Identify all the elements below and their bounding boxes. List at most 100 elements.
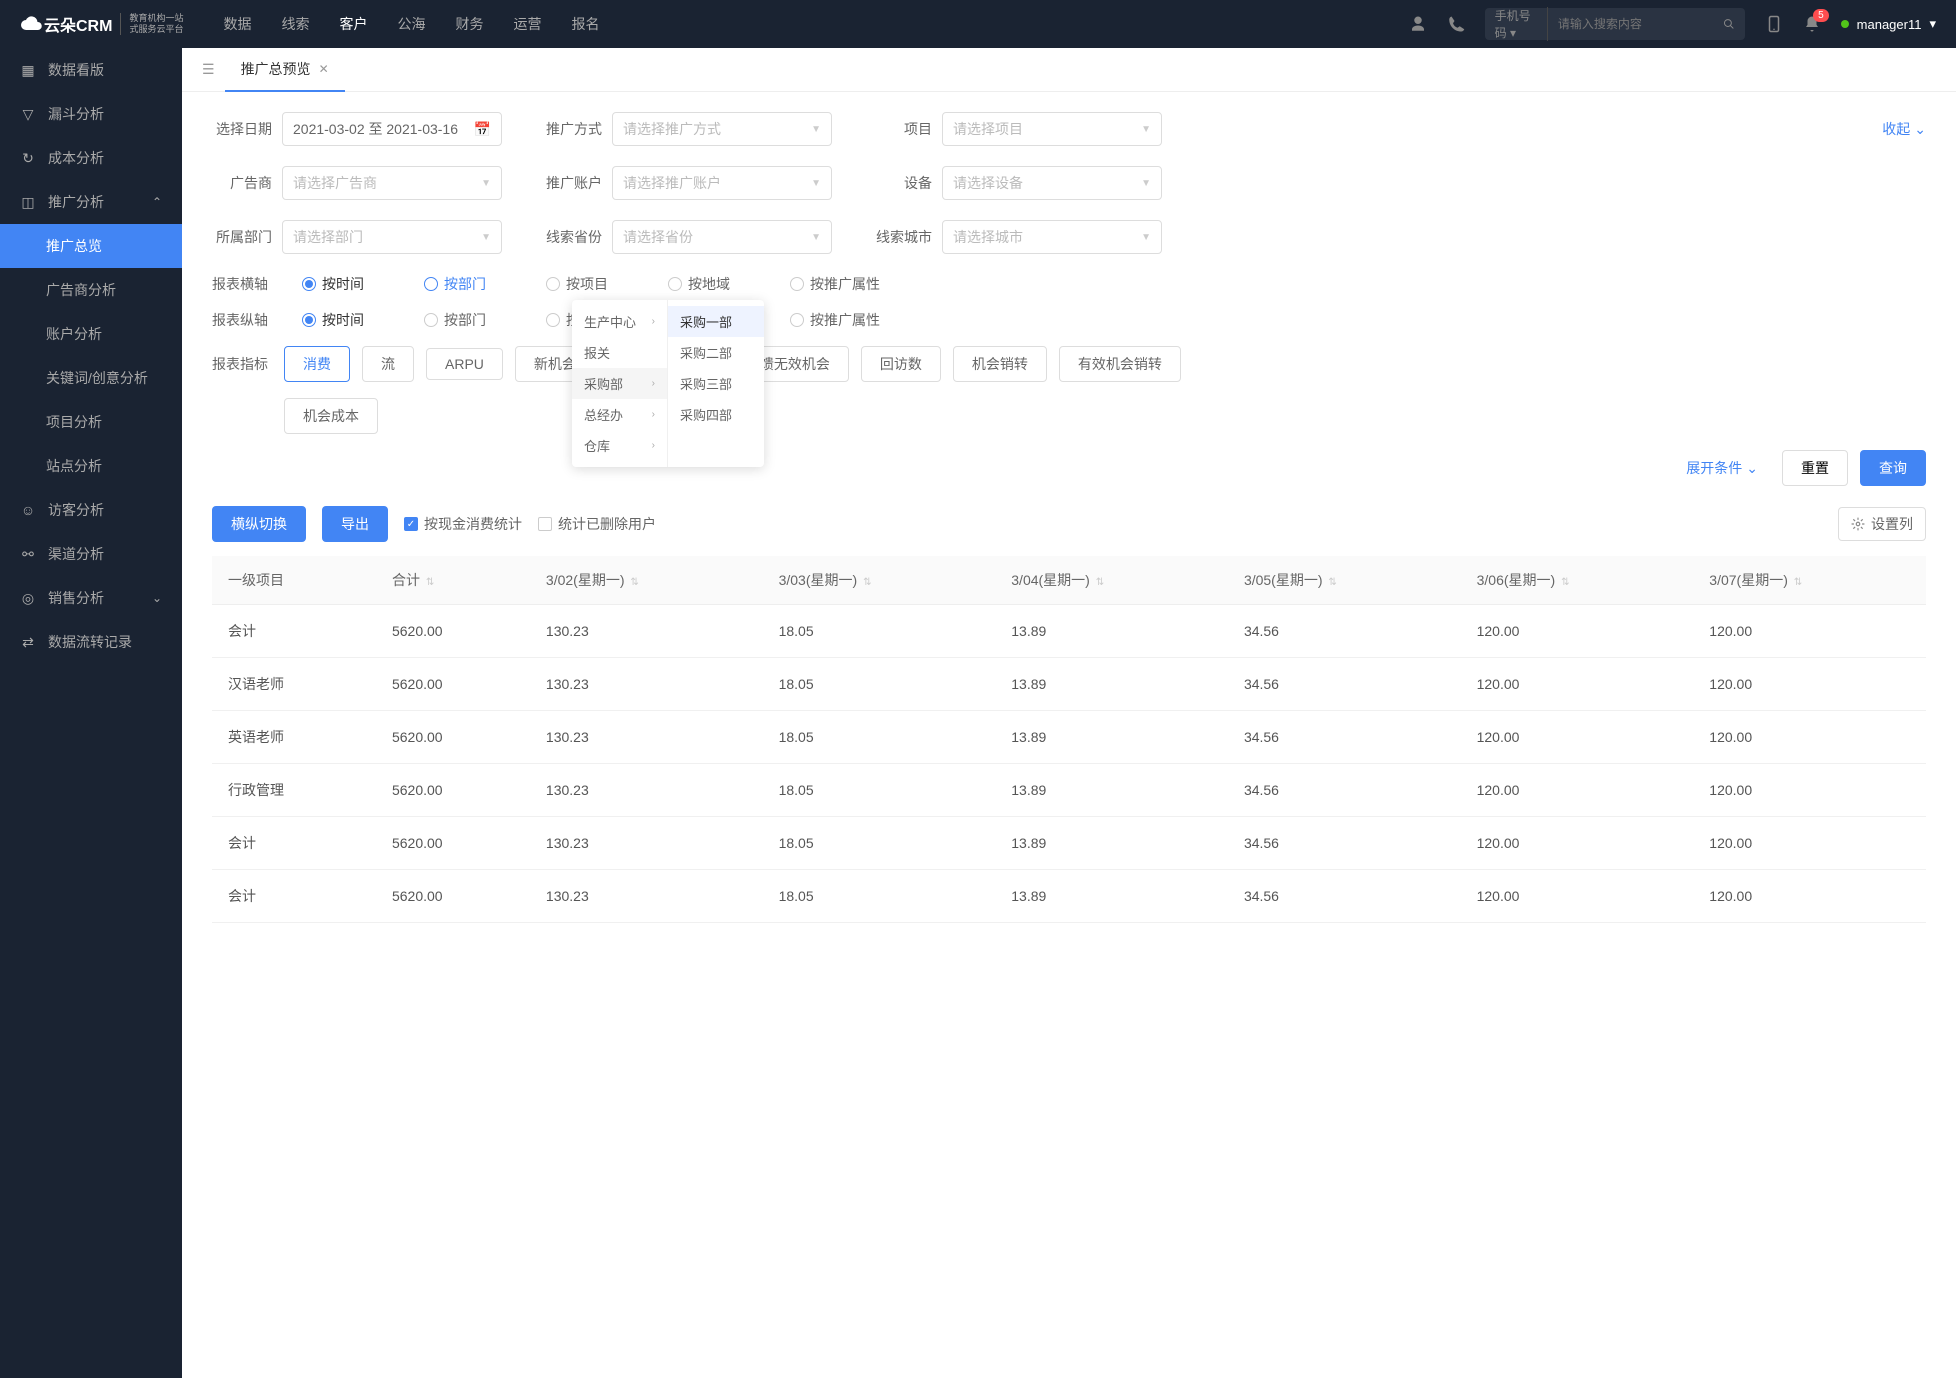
col-header-0[interactable]: 一级项目 — [212, 556, 376, 605]
col-header-3[interactable]: 3/03(星期一) ⇅ — [763, 556, 996, 605]
col-header-7[interactable]: 3/07(星期一) ⇅ — [1693, 556, 1926, 605]
user-menu[interactable]: manager11 ▾ — [1841, 16, 1936, 32]
close-icon[interactable]: ✕ — [319, 62, 329, 76]
nav-item-3[interactable]: 公海 — [397, 14, 425, 34]
expand-link[interactable]: 展开条件 ⌄ — [1686, 458, 1758, 478]
metric-6[interactable]: 回访数 — [861, 346, 941, 382]
nav-item-1[interactable]: 线索 — [281, 14, 309, 34]
reset-button[interactable]: 重置 — [1782, 450, 1848, 486]
radio-h-axis-opts-1[interactable]: 按部门 — [424, 274, 486, 294]
province-select[interactable]: 请选择省份▼ — [612, 220, 832, 254]
sidebar-item-3[interactable]: ◫推广分析⌃ — [0, 180, 182, 224]
metric-0[interactable]: 消费 — [284, 346, 350, 382]
cascade2-item-1[interactable]: 采购二部 — [668, 337, 764, 368]
sidebar-subitem-3-0[interactable]: 推广总览 — [0, 224, 182, 268]
metric-8[interactable]: 有效机会销转 — [1059, 346, 1181, 382]
date-range-input[interactable]: 2021-03-02 至 2021-03-16📅 — [282, 112, 502, 146]
dept-select[interactable]: 请选择部门▼ — [282, 220, 502, 254]
refresh-icon: ↻ — [20, 150, 36, 167]
date-label: 选择日期 — [212, 119, 272, 139]
sidebar-subitem-3-2[interactable]: 账户分析 — [0, 312, 182, 356]
cell: 120.00 — [1461, 711, 1694, 764]
nav-item-4[interactable]: 财务 — [455, 14, 483, 34]
sidebar-item-5[interactable]: ⚯渠道分析 — [0, 532, 182, 576]
metric-1[interactable]: 流 — [362, 346, 414, 382]
col-header-1[interactable]: 合计 ⇅ — [376, 556, 530, 605]
cascade1-item-2[interactable]: 采购部› — [572, 368, 667, 399]
advertiser-select[interactable]: 请选择广告商▼ — [282, 166, 502, 200]
col-header-5[interactable]: 3/05(星期一) ⇅ — [1228, 556, 1461, 605]
toggle-button[interactable]: 横纵切换 — [212, 506, 306, 542]
search-box: 手机号码 ▾ — [1485, 8, 1745, 40]
nav-item-6[interactable]: 报名 — [571, 14, 599, 34]
radio-icon — [668, 277, 682, 291]
logo[interactable]: 云朵CRM 教育机构一站式服务云平台 — [20, 12, 183, 36]
sidebar-subitem-3-4[interactable]: 项目分析 — [0, 400, 182, 444]
sidebar-item-4[interactable]: ☺访客分析 — [0, 488, 182, 532]
sidebar-subitem-3-5[interactable]: 站点分析 — [0, 444, 182, 488]
metric-r2-0[interactable]: 机会成本 — [284, 398, 378, 434]
phone-icon[interactable] — [1447, 15, 1465, 33]
query-button[interactable]: 查询 — [1860, 450, 1926, 486]
radio-v-axis-opts-0[interactable]: 按时间 — [302, 310, 364, 330]
col-header-6[interactable]: 3/06(星期一) ⇅ — [1461, 556, 1694, 605]
collapse-link[interactable]: 收起 ⌄ — [1882, 119, 1926, 139]
account-select[interactable]: 请选择推广账户▼ — [612, 166, 832, 200]
visitor-icon: ☺ — [20, 502, 36, 518]
search-icon[interactable] — [1723, 16, 1735, 32]
chevron-down-icon: ▼ — [811, 178, 821, 189]
export-button[interactable]: 导出 — [322, 506, 388, 542]
project-select[interactable]: 请选择项目▼ — [942, 112, 1162, 146]
sidebar-item-0[interactable]: ▦数据看版 — [0, 48, 182, 92]
sidebar: ▦数据看版▽漏斗分析↻成本分析◫推广分析⌃推广总览广告商分析账户分析关键词/创意… — [0, 48, 182, 1378]
sidebar-subitem-3-3[interactable]: 关键词/创意分析 — [0, 356, 182, 400]
search-type-select[interactable]: 手机号码 ▾ — [1495, 7, 1548, 41]
bell-icon[interactable]: 5 — [1803, 15, 1821, 33]
nav-item-0[interactable]: 数据 — [223, 14, 251, 34]
radio-h-axis-opts-2[interactable]: 按项目 — [546, 274, 608, 294]
nav-item-5[interactable]: 运营 — [513, 14, 541, 34]
sort-icon: ⇅ — [1794, 577, 1802, 588]
tab-overview[interactable]: 推广总预览 ✕ — [225, 48, 345, 92]
sidebar-item-7[interactable]: ⇄数据流转记录 — [0, 620, 182, 664]
cascade1-item-4[interactable]: 仓库› — [572, 430, 667, 461]
radio-h-axis-opts-4[interactable]: 按推广属性 — [790, 274, 880, 294]
method-select[interactable]: 请选择推广方式▼ — [612, 112, 832, 146]
cascade2-item-0[interactable]: 采购一部 — [668, 306, 764, 337]
table-row: 英语老师5620.00130.2318.0513.8934.56120.0012… — [212, 711, 1926, 764]
deleted-checkbox[interactable]: 统计已删除用户 — [538, 514, 656, 534]
radio-h-axis-opts-0[interactable]: 按时间 — [302, 274, 364, 294]
radio-v-axis-opts-4[interactable]: 按推广属性 — [790, 310, 880, 330]
city-select[interactable]: 请选择城市▼ — [942, 220, 1162, 254]
col-header-2[interactable]: 3/02(星期一) ⇅ — [530, 556, 763, 605]
metric-7[interactable]: 机会销转 — [953, 346, 1047, 382]
cash-checkbox[interactable]: ✓ 按现金消费统计 — [404, 514, 522, 534]
sales-icon: ◎ — [20, 590, 36, 607]
settings-columns-button[interactable]: 设置列 — [1838, 507, 1926, 541]
tab-label: 推广总预览 — [241, 59, 311, 79]
grid-icon: ▦ — [20, 62, 36, 79]
sidebar-subitem-3-1[interactable]: 广告商分析 — [0, 268, 182, 312]
chevron-icon: ⌃ — [152, 195, 162, 209]
sidebar-item-6[interactable]: ◎销售分析⌄ — [0, 576, 182, 620]
search-input[interactable] — [1548, 17, 1723, 31]
menu-toggle-icon[interactable]: ☰ — [192, 61, 225, 78]
cascade1-item-1[interactable]: 报关 — [572, 337, 667, 368]
radio-h-axis-opts-3[interactable]: 按地域 — [668, 274, 730, 294]
radio-v-axis-opts-1[interactable]: 按部门 — [424, 310, 486, 330]
cascade2-item-3[interactable]: 采购四部 — [668, 399, 764, 430]
mobile-icon[interactable] — [1765, 12, 1783, 36]
device-select[interactable]: 请选择设备▼ — [942, 166, 1162, 200]
nav-item-2[interactable]: 客户 — [339, 14, 367, 34]
sidebar-item-1[interactable]: ▽漏斗分析 — [0, 92, 182, 136]
user-icon[interactable] — [1409, 15, 1427, 33]
cascade1-item-0[interactable]: 生产中心› — [572, 306, 667, 337]
cell: 18.05 — [763, 870, 996, 923]
metric-2[interactable]: ARPU — [426, 348, 503, 380]
cascade1-item-3[interactable]: 总经办› — [572, 399, 667, 430]
header: 云朵CRM 教育机构一站式服务云平台 数据 线索 客户 公海 财务 运营 报名 手机号码 ▾… — [0, 0, 1956, 48]
cascade2-item-2[interactable]: 采购三部 — [668, 368, 764, 399]
col-header-4[interactable]: 3/04(星期一) ⇅ — [995, 556, 1228, 605]
cell: 汉语老师 — [212, 658, 376, 711]
sidebar-item-2[interactable]: ↻成本分析 — [0, 136, 182, 180]
